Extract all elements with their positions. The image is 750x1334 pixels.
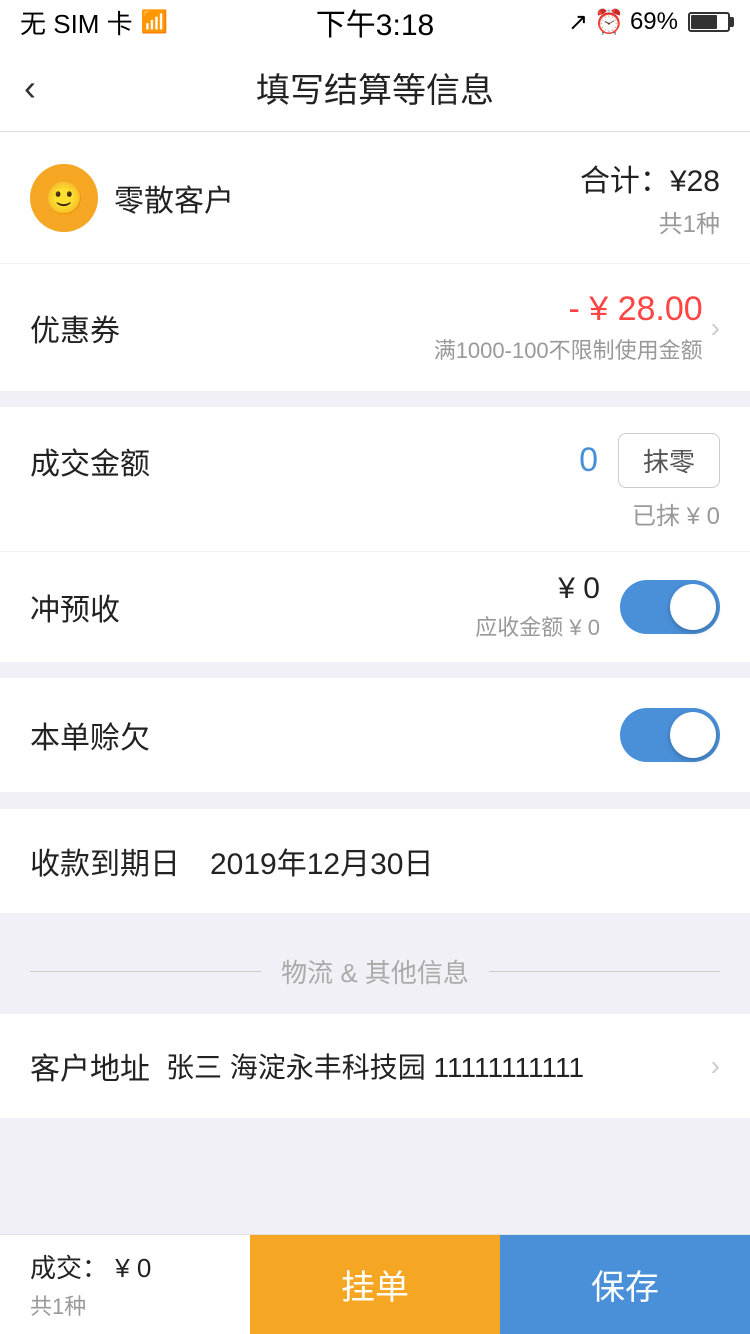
bottom-bar: 成交： ¥ 0 共1种 挂单 保存 <box>0 1234 750 1334</box>
prepay-amount: ¥ 0 <box>475 572 600 606</box>
coupon-amount: - ¥ 28.00 <box>434 290 703 329</box>
bottom-summary: 成交： ¥ 0 共1种 <box>0 1248 250 1321</box>
status-time: 下午3:18 <box>316 0 434 44</box>
sim-text: 无 SIM 卡 <box>20 4 133 41</box>
coupon-info: - ¥ 28.00 满1000-100不限制使用金额 <box>434 290 703 365</box>
avatar: 🙂 <box>30 164 98 232</box>
alarm-icon: ⏰ <box>594 8 624 37</box>
avatar-icon: 🙂 <box>44 179 84 217</box>
deal-section: 成交金额 0 抹零 已抹 ¥ 0 冲预收 ¥ 0 应收金额 ¥ 0 <box>0 407 750 662</box>
logistics-header: 物流 & 其他信息 <box>0 929 750 1014</box>
page-title: 填写结算等信息 <box>256 63 494 112</box>
deal-row: 成交金额 0 抹零 <box>0 407 750 496</box>
divider <box>0 913 750 929</box>
battery-percent: 69% <box>630 8 678 36</box>
line-left <box>30 971 261 972</box>
customer-count: 共1种 <box>580 204 720 239</box>
wifi-icon: 📶 <box>141 9 168 35</box>
round-button[interactable]: 抹零 <box>618 433 720 488</box>
logistics-label: 物流 & 其他信息 <box>281 953 469 990</box>
line-right <box>489 971 720 972</box>
debt-label: 本单赊欠 <box>30 713 150 757</box>
debt-section: 本单赊欠 <box>0 678 750 792</box>
coupon-label: 优惠券 <box>30 306 120 350</box>
customer-section: 🙂 零散客户 合计：¥28 共1种 优惠券 - ¥ 28.00 满1000-10… <box>0 132 750 391</box>
prepay-label: 冲预收 <box>30 585 120 629</box>
due-date-section: 收款到期日 2019年12月30日 <box>0 808 750 913</box>
deal-sub: 已抹 ¥ 0 <box>0 496 750 551</box>
bottom-summary-count: 共1种 <box>30 1289 220 1321</box>
coupon-desc: 满1000-100不限制使用金额 <box>434 333 703 365</box>
prepay-right: ¥ 0 应收金额 ¥ 0 <box>475 572 720 642</box>
status-right: ↗ ⏰ 69% <box>568 8 730 37</box>
status-left: 无 SIM 卡 📶 <box>20 4 168 41</box>
due-date-value: 2019年12月30日 <box>210 839 433 883</box>
toggle-knob <box>670 584 716 630</box>
nav-bar: ‹ 填写结算等信息 <box>0 44 750 132</box>
back-button[interactable]: ‹ <box>24 67 36 109</box>
customer-row: 🙂 零散客户 合计：¥28 共1种 <box>0 132 750 263</box>
prepay-amounts: ¥ 0 应收金额 ¥ 0 <box>475 572 600 642</box>
status-bar: 无 SIM 卡 📶 下午3:18 ↗ ⏰ 69% <box>0 0 750 44</box>
prepay-row: 冲预收 ¥ 0 应收金额 ¥ 0 <box>0 551 750 662</box>
customer-left: 🙂 零散客户 <box>30 164 234 232</box>
deal-label: 成交金额 <box>30 439 150 483</box>
address-value: 张三 海淀永丰科技园 11111111111 <box>150 1046 711 1086</box>
bottom-summary-label: 成交： ¥ 0 <box>30 1248 220 1285</box>
prepay-toggle[interactable] <box>620 580 720 634</box>
debt-toggle[interactable] <box>620 708 720 762</box>
battery-icon <box>688 12 730 32</box>
location-icon: ↗ <box>568 8 588 37</box>
coupon-chevron-icon: › <box>711 312 720 344</box>
due-date-label: 收款到期日 <box>30 839 180 883</box>
coupon-row[interactable]: 优惠券 - ¥ 28.00 满1000-100不限制使用金额 › <box>0 263 750 391</box>
address-section[interactable]: 客户地址 张三 海淀永丰科技园 11111111111 › <box>0 1014 750 1118</box>
prepay-sub: 应收金额 ¥ 0 <box>475 610 600 642</box>
deal-right: 0 抹零 <box>579 433 720 488</box>
coupon-right: - ¥ 28.00 满1000-100不限制使用金额 › <box>434 290 720 365</box>
customer-name: 零散客户 <box>114 176 234 220</box>
customer-right: 合计：¥28 共1种 <box>580 156 720 239</box>
due-row: 收款到期日 2019年12月30日 <box>30 839 720 883</box>
save-button[interactable]: 保存 <box>500 1235 750 1334</box>
customer-total: 合计：¥28 <box>580 156 720 200</box>
deal-amount: 0 <box>579 441 598 480</box>
address-label: 客户地址 <box>30 1044 150 1088</box>
debt-toggle-knob <box>670 712 716 758</box>
hold-button[interactable]: 挂单 <box>250 1235 500 1334</box>
address-chevron-icon: › <box>711 1050 720 1082</box>
address-row: 客户地址 张三 海淀永丰科技园 11111111111 › <box>0 1014 750 1118</box>
